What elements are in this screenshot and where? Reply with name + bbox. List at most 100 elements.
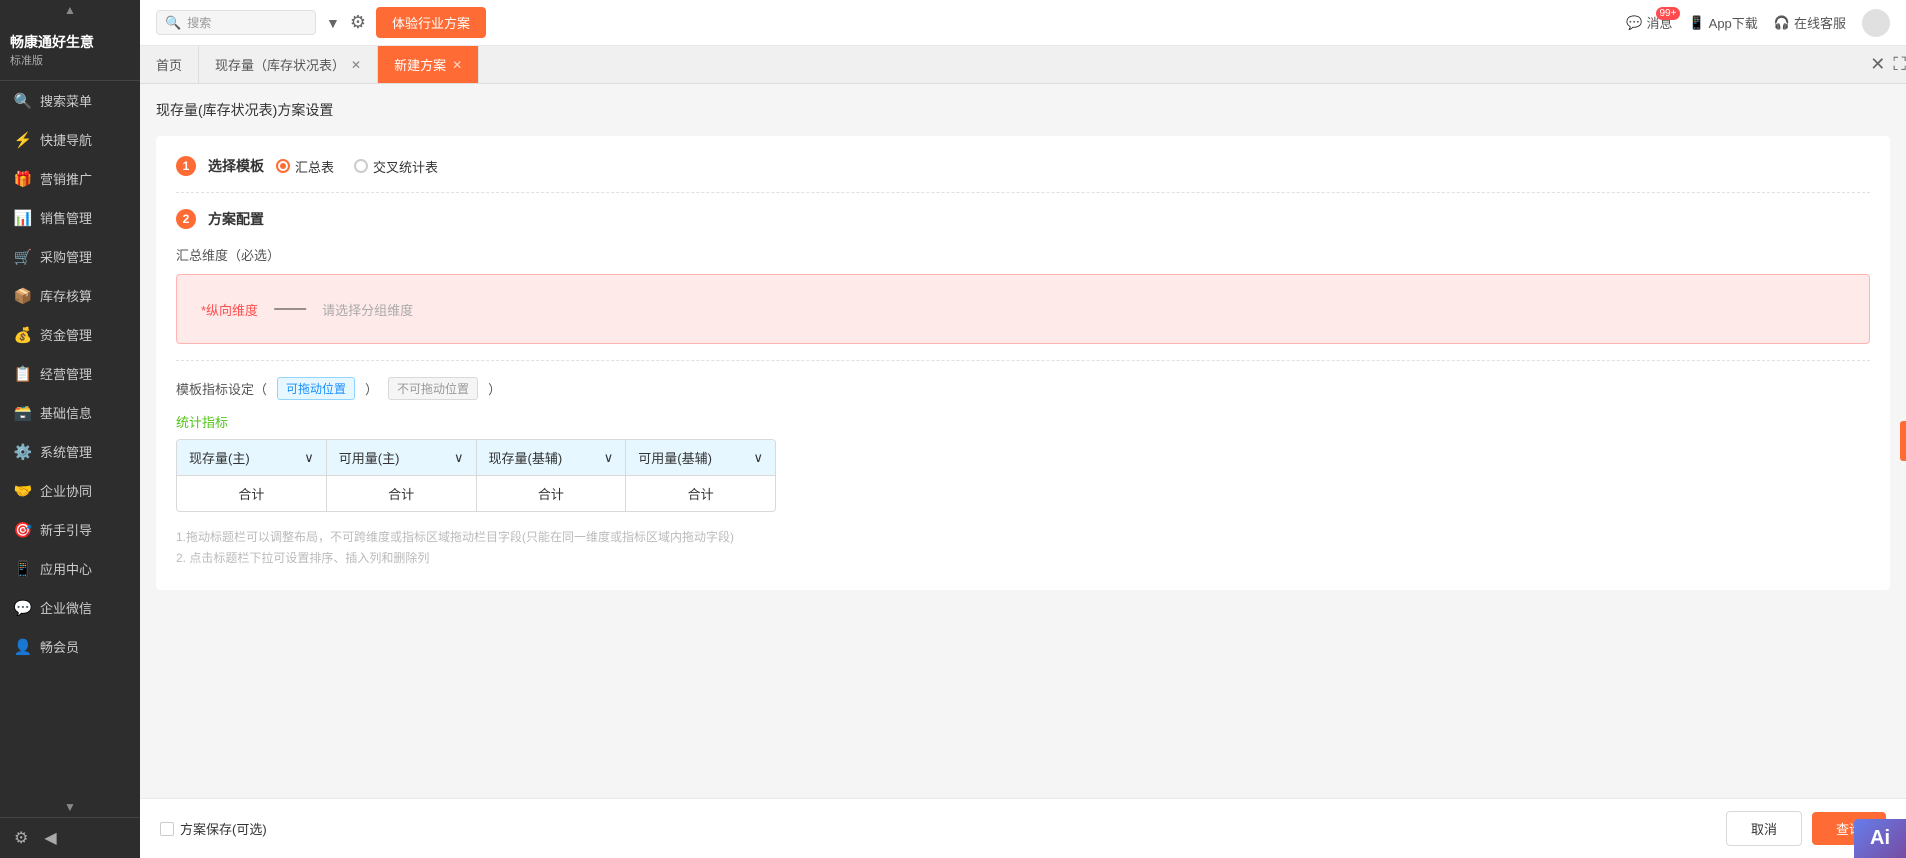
sidebar-label-member: 畅会员 (40, 637, 79, 656)
stat-table: 现存量(主) ∨ 可用量(主) ∨ 现存量(基辅) ∨ 可用量(基辅) ∨ (176, 439, 776, 512)
stat-col-4[interactable]: 可用量(基辅) ∨ (626, 440, 775, 475)
sidebar-item-enterprise[interactable]: 🤝 企业协同 (0, 471, 140, 510)
tip-2: 2. 点击标题栏下拉可设置排序、插入列和删除列 (176, 549, 1870, 566)
stat-cell-1-3: 合计 (477, 476, 627, 511)
shortcut-icon: ⚡ (14, 131, 32, 149)
save-option-label: 方案保存(可选) (180, 819, 267, 838)
stat-col-2-arrow: ∨ (454, 450, 464, 466)
collapse-icon[interactable]: ◀ (44, 828, 56, 848)
ai-button[interactable]: Ai (1854, 819, 1906, 858)
tab-new-plan-close[interactable]: ✕ (452, 58, 462, 72)
sidebar-label-purchase: 采购管理 (40, 247, 92, 266)
sidebar-scroll-down[interactable]: ▼ (0, 797, 140, 817)
sidebar-item-shortcut[interactable]: ⚡ 快捷导航 (0, 120, 140, 159)
stat-cell-1-2: 合计 (327, 476, 477, 511)
messages-count: 99+ (1656, 7, 1681, 20)
radio-cross[interactable]: 交叉统计表 (354, 157, 438, 176)
online-service[interactable]: 🎧 在线客服 (1774, 13, 1846, 32)
trial-button[interactable]: 体验行业方案 (376, 7, 486, 38)
tabs-bar: 首页 现存量（库存状况表） ✕ 新建方案 ✕ ✕ ⛶ (140, 46, 1906, 84)
sidebar-logo: 畅康通好生意 标准版 (0, 20, 140, 81)
messages-badge[interactable]: 💬 消息 99+ (1626, 13, 1672, 32)
inventory-icon: 📦 (14, 287, 32, 305)
sidebar-item-basic[interactable]: 🗃️ 基础信息 (0, 393, 140, 432)
sidebar-item-marketing[interactable]: 🎁 营销推广 (0, 159, 140, 198)
dimension-label: 汇总维度（必选） (176, 245, 1870, 264)
tip-1: 1.拖动标题栏可以调整布局，不可跨维度或指标区域拖动栏目字段(只能在同一维度或指… (176, 528, 1870, 545)
radio-summary-label: 汇总表 (295, 157, 334, 176)
gear-icon[interactable]: ⚙ (350, 12, 366, 33)
stat-table-row-1: 合计 合计 合计 合计 (177, 475, 775, 511)
sidebar-scroll-up[interactable]: ▲ (0, 0, 140, 20)
stat-cell-1-4: 合计 (626, 476, 775, 511)
non-draggable-tag: 不可拖动位置 (388, 377, 478, 400)
settings-icon[interactable]: ⚙ (14, 828, 28, 848)
step2-row: 2 方案配置 (176, 209, 1870, 229)
stat-table-header: 现存量(主) ∨ 可用量(主) ∨ 现存量(基辅) ∨ 可用量(基辅) ∨ (177, 440, 775, 475)
app-download-label: App下载 (1709, 13, 1758, 32)
save-checkbox[interactable] (160, 822, 174, 836)
sidebar-item-system[interactable]: ⚙️ 系统管理 (0, 432, 140, 471)
app-name: 畅康通好生意 (10, 32, 130, 52)
sidebar-item-sales[interactable]: 📊 销售管理 (0, 198, 140, 237)
wechat-icon: 💬 (14, 599, 32, 617)
radio-cross-dot (354, 159, 368, 173)
stat-col-4-label: 可用量(基辅) (638, 448, 712, 467)
tab-new-plan[interactable]: 新建方案 ✕ (378, 46, 479, 83)
save-option: 方案保存(可选) (160, 819, 1716, 838)
sidebar-label-shortcut: 快捷导航 (40, 130, 92, 149)
template-radio-group: 汇总表 交叉统计表 (276, 157, 438, 176)
sidebar-item-member[interactable]: 👤 畅会员 (0, 627, 140, 666)
stat-col-3[interactable]: 现存量(基辅) ∨ (477, 440, 627, 475)
appstore-icon: 📱 (14, 560, 32, 578)
indicator-label-before: 模板指标设定（ (176, 379, 267, 398)
purchase-icon: 🛒 (14, 248, 32, 266)
search-icon: 🔍 (165, 15, 181, 31)
sidebar-item-search[interactable]: 🔍 搜索菜单 (0, 81, 140, 120)
sidebar-label-finance: 资金管理 (40, 325, 92, 344)
online-service-label: 在线客服 (1794, 13, 1846, 32)
close-window-icon[interactable]: ✕ (1870, 54, 1885, 75)
sidebar-item-appstore[interactable]: 📱 应用中心 (0, 549, 140, 588)
sales-icon: 📊 (14, 209, 32, 227)
resize-handle[interactable] (1900, 421, 1906, 461)
cancel-button[interactable]: 取消 (1726, 811, 1802, 846)
dimension-placeholder: 请选择分组维度 (322, 300, 413, 319)
tab-home-label: 首页 (156, 55, 182, 74)
stat-cell-1-1: 合计 (177, 476, 327, 511)
sidebar-item-wechat[interactable]: 💬 企业微信 (0, 588, 140, 627)
tab-inventory-close[interactable]: ✕ (351, 58, 361, 72)
sidebar-item-finance[interactable]: 💰 资金管理 (0, 315, 140, 354)
dropdown-arrow-icon[interactable]: ▼ (326, 15, 340, 31)
app-download[interactable]: 📱 App下载 (1688, 13, 1757, 32)
expand-window-icon[interactable]: ⛶ (1893, 54, 1906, 75)
tips-section: 1.拖动标题栏可以调整布局，不可跨维度或指标区域拖动栏目字段(只能在同一维度或指… (176, 528, 1870, 566)
search-bar[interactable]: 🔍 搜索 (156, 10, 316, 35)
headset-icon: 🎧 (1774, 15, 1790, 31)
draggable-tag: 可拖动位置 (277, 377, 355, 400)
sidebar-item-purchase[interactable]: 🛒 采购管理 (0, 237, 140, 276)
main-area: 🔍 搜索 ▼ ⚙ 体验行业方案 💬 消息 99+ 📱 App下载 🎧 在线客服 (140, 0, 1906, 858)
tab-inventory[interactable]: 现存量（库存状况表） ✕ (199, 46, 378, 83)
stat-section-title: 统计指标 (176, 412, 1870, 431)
enterprise-icon: 🤝 (14, 482, 32, 500)
stat-col-1[interactable]: 现存量(主) ∨ (177, 440, 327, 475)
search-icon: 🔍 (14, 92, 32, 110)
radio-cross-label: 交叉统计表 (373, 157, 438, 176)
sidebar-item-guide[interactable]: 🎯 新手引导 (0, 510, 140, 549)
dimension-area[interactable]: *纵向维度 —— 请选择分组维度 (176, 274, 1870, 344)
radio-summary[interactable]: 汇总表 (276, 157, 334, 176)
sidebar-label-wechat: 企业微信 (40, 598, 92, 617)
sidebar-item-inventory[interactable]: 📦 库存核算 (0, 276, 140, 315)
indicator-close-paren: ） (488, 379, 501, 398)
step1-row: 1 选择模板 汇总表 交叉统计表 (176, 156, 1870, 176)
stat-col-2[interactable]: 可用量(主) ∨ (327, 440, 477, 475)
stat-col-3-arrow: ∨ (604, 450, 614, 466)
basic-icon: 🗃️ (14, 404, 32, 422)
tab-home[interactable]: 首页 (140, 46, 199, 83)
sidebar-label-inventory: 库存核算 (40, 286, 92, 305)
sidebar-label-management: 经营管理 (40, 364, 92, 383)
user-avatar[interactable] (1862, 9, 1890, 37)
content-area: 现存量(库存状况表)方案设置 1 选择模板 汇总表 交叉统计表 (140, 84, 1906, 798)
sidebar-item-management[interactable]: 📋 经营管理 (0, 354, 140, 393)
